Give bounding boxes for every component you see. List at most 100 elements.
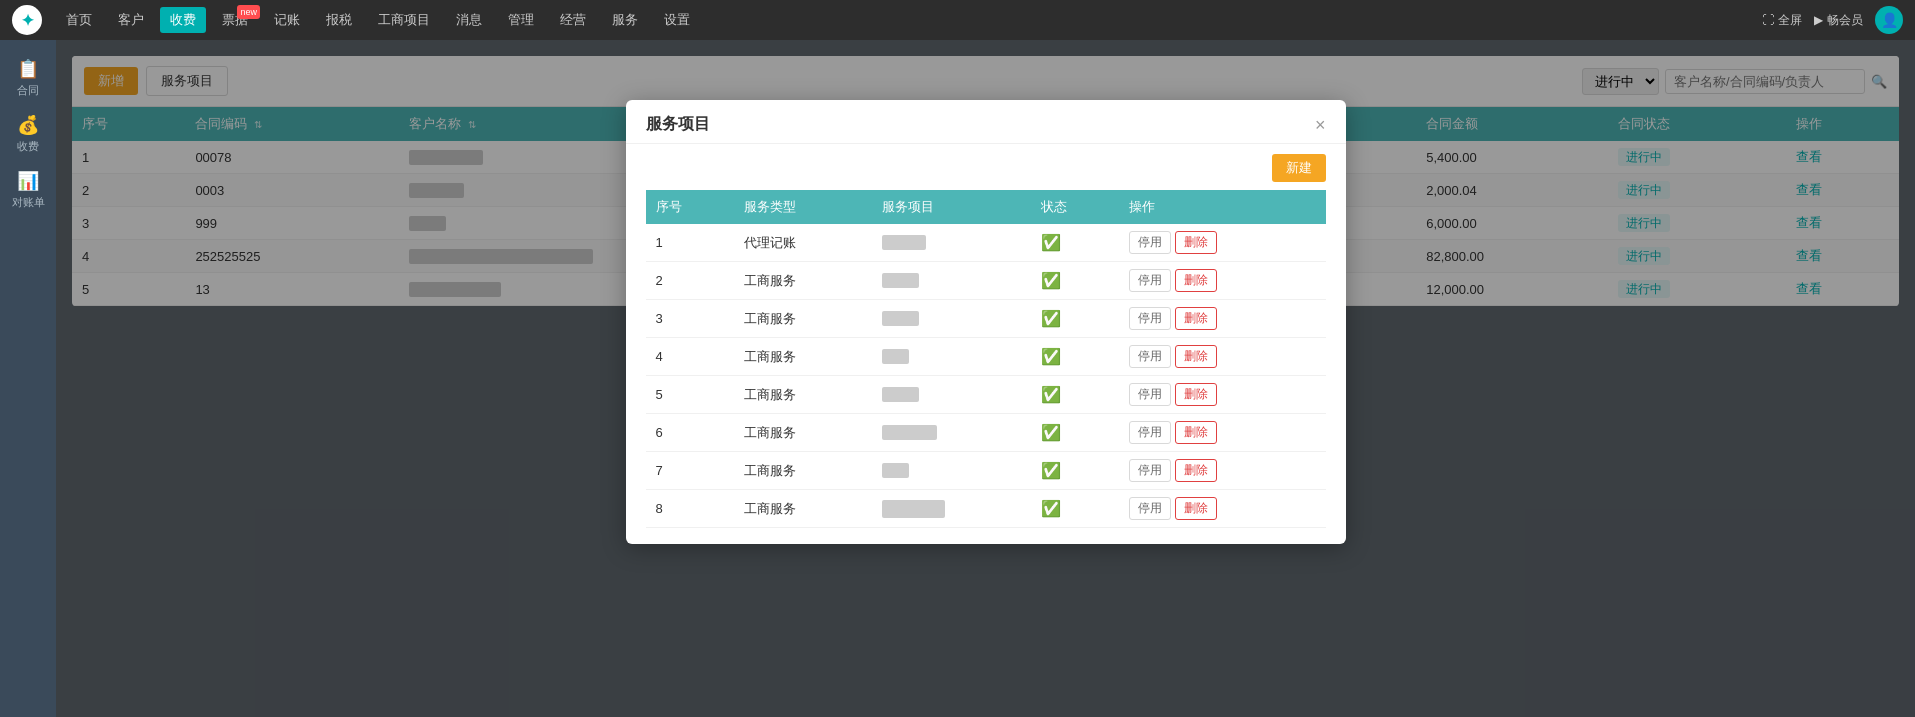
modal-close-button[interactable]: × (1315, 116, 1326, 134)
member-button[interactable]: ▶ 畅会员 (1814, 12, 1863, 29)
modal-cell-status: ✅ (1031, 452, 1119, 490)
nav-item-commerce[interactable]: 工商项目 (368, 7, 440, 33)
modal-overlay: 服务项目 × 新建 序号 服务类型 服务项目 状态 操作 (56, 40, 1915, 717)
nav-item-tax[interactable]: 报税 (316, 7, 362, 33)
delete-button[interactable]: 删除 (1175, 383, 1217, 406)
modal-cell-item: ████注册 (872, 490, 1031, 528)
modal-cell-item: ████1 (872, 224, 1031, 262)
modal-cell-action: 停用 删除 (1119, 452, 1326, 490)
status-check-icon: ✅ (1041, 500, 1061, 517)
modal-cell-seq: 2 (646, 262, 734, 300)
delete-button[interactable]: 删除 (1175, 307, 1217, 330)
list-item: 4 工商服务 ███ ✅ 停用 删除 (646, 338, 1326, 376)
delete-button[interactable]: 删除 (1175, 269, 1217, 292)
stop-button[interactable]: 停用 (1129, 269, 1171, 292)
nav-item-home[interactable]: 首页 (56, 7, 102, 33)
sidebar-item-fee[interactable]: 💰 收费 (0, 106, 56, 162)
modal-cell-type: 工商服务 (734, 376, 872, 414)
list-item: 5 工商服务 ████ ✅ 停用 删除 (646, 376, 1326, 414)
modal-cell-type: 工商服务 (734, 490, 872, 528)
list-item: 8 工商服务 ████注册 ✅ 停用 删除 (646, 490, 1326, 528)
modal-cell-item: ███ (872, 338, 1031, 376)
modal-cell-status: ✅ (1031, 224, 1119, 262)
modal-cell-status: ✅ (1031, 414, 1119, 452)
stop-button[interactable]: 停用 (1129, 231, 1171, 254)
nav-item-settings[interactable]: 设置 (654, 7, 700, 33)
avatar[interactable]: 👤 (1875, 6, 1903, 34)
modal-cell-item: ████ (872, 300, 1031, 338)
status-check-icon: ✅ (1041, 462, 1061, 479)
status-check-icon: ✅ (1041, 234, 1061, 251)
modal-cell-item: ████ (872, 376, 1031, 414)
modal-cell-seq: 6 (646, 414, 734, 452)
modal-cell-status: ✅ (1031, 338, 1119, 376)
nav-right-area: ⛶ 全屏 ▶ 畅会员 👤 (1762, 6, 1903, 34)
modal-header: 服务项目 × (626, 100, 1346, 144)
status-check-icon: ✅ (1041, 272, 1061, 289)
nav-item-operation[interactable]: 经营 (550, 7, 596, 33)
modal-cell-action: 停用 删除 (1119, 224, 1326, 262)
modal-cell-action: 停用 删除 (1119, 338, 1326, 376)
modal-col-seq: 序号 (646, 190, 734, 224)
delete-button[interactable]: 删除 (1175, 459, 1217, 482)
modal-cell-action: 停用 删除 (1119, 262, 1326, 300)
modal-cell-action: 停用 删除 (1119, 300, 1326, 338)
delete-button[interactable]: 删除 (1175, 497, 1217, 520)
modal-cell-type: 工商服务 (734, 300, 872, 338)
modal-cell-item: ███ (872, 452, 1031, 490)
nav-item-service[interactable]: 服务 (602, 7, 648, 33)
main-content: 新增 服务项目 进行中 已终止 全部 🔍 序号 合同编码 ⇅ 客户名称 ⇅ 服务… (56, 40, 1915, 717)
fullscreen-icon: ⛶ (1762, 13, 1774, 27)
modal-add-button[interactable]: 新建 (1272, 154, 1326, 182)
stop-button[interactable]: 停用 (1129, 383, 1171, 406)
stop-button[interactable]: 停用 (1129, 307, 1171, 330)
status-check-icon: ✅ (1041, 386, 1061, 403)
modal-cell-status: ✅ (1031, 262, 1119, 300)
stop-button[interactable]: 停用 (1129, 345, 1171, 368)
list-item: 1 代理记账 ████1 ✅ 停用 删除 (646, 224, 1326, 262)
reconciliation-icon: 📊 (17, 170, 39, 192)
stop-button[interactable]: 停用 (1129, 497, 1171, 520)
list-item: 2 工商服务 ████ ✅ 停用 删除 (646, 262, 1326, 300)
modal-cell-action: 停用 删除 (1119, 490, 1326, 528)
modal-cell-action: 停用 删除 (1119, 376, 1326, 414)
delete-button[interactable]: 删除 (1175, 231, 1217, 254)
modal-cell-status: ✅ (1031, 490, 1119, 528)
status-check-icon: ✅ (1041, 348, 1061, 365)
modal-body: 序号 服务类型 服务项目 状态 操作 1 代理记账 ████1 ✅ 停用 删除 … (626, 190, 1346, 544)
app-logo: ✦ (12, 5, 42, 35)
modal-cell-type: 工商服务 (734, 414, 872, 452)
modal-cell-type: 工商服务 (734, 262, 872, 300)
sidebar-item-reconciliation[interactable]: 📊 对账单 (0, 162, 56, 218)
nav-item-bookkeeping[interactable]: 记账 (264, 7, 310, 33)
modal-cell-type: 代理记账 (734, 224, 872, 262)
nav-item-client[interactable]: 客户 (108, 7, 154, 33)
fullscreen-button[interactable]: ⛶ 全屏 (1762, 12, 1802, 29)
modal-cell-action: 停用 删除 (1119, 414, 1326, 452)
top-navigation: ✦ 首页 客户 收费 票据 new 记账 报税 工商项目 消息 管理 经营 服务… (0, 0, 1915, 40)
modal-col-status: 状态 (1031, 190, 1119, 224)
list-item: 7 工商服务 ███ ✅ 停用 删除 (646, 452, 1326, 490)
fee-icon: 💰 (17, 114, 39, 136)
modal-cell-seq: 4 (646, 338, 734, 376)
modal-service-table: 序号 服务类型 服务项目 状态 操作 1 代理记账 ████1 ✅ 停用 删除 … (646, 190, 1326, 528)
delete-button[interactable]: 删除 (1175, 345, 1217, 368)
nav-item-manage[interactable]: 管理 (498, 7, 544, 33)
modal-cell-item: ████ (872, 262, 1031, 300)
delete-button[interactable]: 删除 (1175, 421, 1217, 444)
stop-button[interactable]: 停用 (1129, 459, 1171, 482)
stop-button[interactable]: 停用 (1129, 421, 1171, 444)
modal-cell-seq: 3 (646, 300, 734, 338)
nav-item-fee[interactable]: 收费 (160, 7, 206, 33)
modal-cell-type: 工商服务 (734, 338, 872, 376)
member-icon: ▶ (1814, 13, 1823, 27)
modal-col-action: 操作 (1119, 190, 1326, 224)
nav-item-invoice[interactable]: 票据 new (212, 7, 258, 33)
service-modal: 服务项目 × 新建 序号 服务类型 服务项目 状态 操作 (626, 100, 1346, 544)
modal-title: 服务项目 (646, 114, 710, 135)
nav-item-message[interactable]: 消息 (446, 7, 492, 33)
modal-cell-seq: 8 (646, 490, 734, 528)
sidebar-item-contract[interactable]: 📋 合同 (0, 50, 56, 106)
modal-cell-seq: 1 (646, 224, 734, 262)
modal-col-item: 服务项目 (872, 190, 1031, 224)
